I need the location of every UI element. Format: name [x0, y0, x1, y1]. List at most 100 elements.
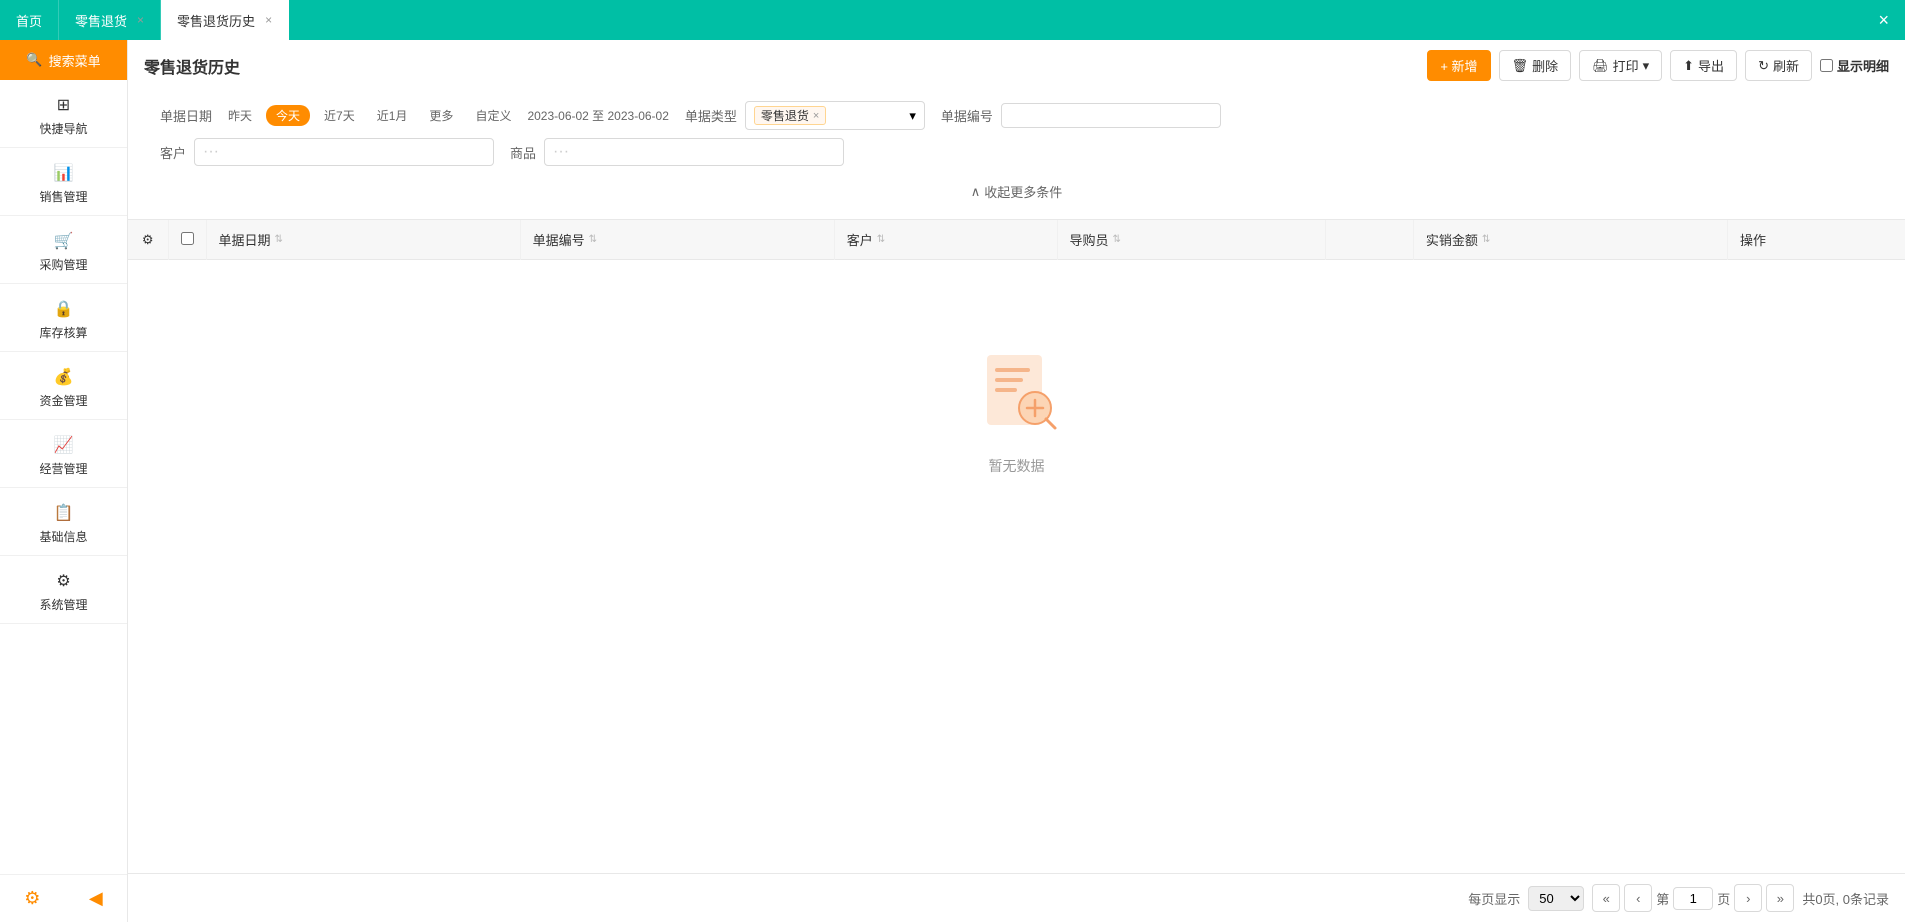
- doc-no-input[interactable]: [1001, 103, 1221, 128]
- inventory-icon: 🔒: [53, 298, 75, 320]
- operations-icon: 📈: [53, 434, 75, 456]
- sidebar-item-inventory[interactable]: 🔒 库存核算: [0, 284, 127, 352]
- goods-label: 商品: [510, 143, 536, 162]
- print-icon: 🖨: [1592, 58, 1609, 74]
- window-close-button[interactable]: ×: [1862, 0, 1905, 40]
- tab-retail-return-history-close[interactable]: ×: [265, 13, 272, 27]
- page-title: 零售退货历史: [144, 54, 240, 78]
- th-doc-no-sort[interactable]: 单据编号 ⇅: [533, 230, 822, 249]
- page-title-row: 零售退货历史 + 新增 🗑 删除 🖨 打印 ▾ ⬆ 导出: [144, 50, 1889, 81]
- date-filter-label: 单据日期: [160, 106, 212, 125]
- sales-mgmt-icon: 📊: [53, 162, 75, 184]
- sidebar: 🔍 搜索菜单 ⊞ 快捷导航 📊 销售管理 🛒 采购管理 🔒 库存核算 💰 资金管…: [0, 40, 128, 922]
- purchase-mgmt-icon: 🛒: [53, 230, 75, 252]
- date-btn-more[interactable]: 更多: [421, 105, 461, 126]
- tab-retail-return-history[interactable]: 零售退货历史 ×: [161, 0, 289, 40]
- date-btn-today[interactable]: 今天: [266, 105, 310, 126]
- th-doc-date: 单据日期 ⇅: [206, 220, 520, 260]
- print-button[interactable]: 🖨 打印 ▾: [1579, 50, 1662, 81]
- settings-bottom-icon[interactable]: ⚙: [24, 888, 40, 909]
- collapse-filter-button[interactable]: ∧ 收起更多条件: [971, 182, 1063, 201]
- collapse-sidebar-icon[interactable]: ◀: [89, 888, 103, 909]
- th-customer-sort[interactable]: 客户 ⇅: [847, 230, 1045, 249]
- show-detail-checkbox[interactable]: 显示明细: [1820, 56, 1889, 75]
- goods-input[interactable]: ···: [544, 138, 844, 166]
- date-filter-options: 昨天 今天 近7天 近1月 更多 自定义: [220, 105, 519, 126]
- table-wrapper: ⚙ 单据日期 ⇅ 单据编号: [128, 220, 1905, 873]
- date-btn-1month[interactable]: 近1月: [369, 105, 416, 126]
- filter-area: 单据日期 昨天 今天 近7天 近1月 更多 自定义 2023-06-02 至 2…: [144, 91, 1889, 219]
- pagination-nav: « ‹ 第 页 › »: [1592, 884, 1794, 912]
- last-page-button[interactable]: »: [1766, 884, 1794, 912]
- per-page-label: 每页显示: [1468, 889, 1520, 908]
- collapse-icon: ∧: [971, 184, 981, 200]
- doc-no-filter-item: 单据编号: [941, 103, 1221, 128]
- new-button[interactable]: + 新增: [1427, 50, 1490, 81]
- th-doc-date-sort[interactable]: 单据日期 ⇅: [219, 230, 508, 249]
- prev-page-button[interactable]: ‹: [1624, 884, 1652, 912]
- th-amount-sort[interactable]: 实销金额 ⇅: [1426, 230, 1715, 249]
- date-btn-custom[interactable]: 自定义: [467, 105, 519, 126]
- page-number-input[interactable]: [1673, 887, 1713, 910]
- th-customer: 客户 ⇅: [834, 220, 1057, 260]
- th-checkbox[interactable]: [168, 220, 206, 260]
- print-dropdown-icon: ▾: [1643, 58, 1650, 74]
- select-all-checkbox[interactable]: [181, 232, 194, 245]
- show-detail-input[interactable]: [1820, 59, 1833, 72]
- export-icon: ⬆: [1683, 58, 1694, 74]
- toolbar-buttons: + 新增 🗑 删除 🖨 打印 ▾ ⬆ 导出 ↻: [1427, 50, 1889, 81]
- sidebar-item-purchase-mgmt[interactable]: 🛒 采购管理: [0, 216, 127, 284]
- search-icon: 🔍: [26, 52, 42, 68]
- sidebar-item-basic-info[interactable]: 📋 基础信息: [0, 488, 127, 556]
- th-settings[interactable]: ⚙: [128, 220, 168, 260]
- th-spacer: [1325, 220, 1413, 260]
- system-mgmt-icon: ⚙: [53, 570, 75, 592]
- next-page-button[interactable]: ›: [1734, 884, 1762, 912]
- doc-type-select[interactable]: 零售退货 × ▾: [745, 101, 925, 130]
- date-btn-7days[interactable]: 近7天: [316, 105, 363, 126]
- th-guide: 导购员 ⇅: [1057, 220, 1325, 260]
- main-layout: 🔍 搜索菜单 ⊞ 快捷导航 📊 销售管理 🛒 采购管理 🔒 库存核算 💰 资金管…: [0, 40, 1905, 922]
- doc-type-label: 单据类型: [685, 106, 737, 125]
- refresh-button[interactable]: ↻ 刷新: [1745, 50, 1812, 81]
- customer-dots: ···: [203, 143, 219, 161]
- sidebar-item-operations[interactable]: 📈 经营管理: [0, 420, 127, 488]
- quick-nav-icon: ⊞: [53, 94, 75, 116]
- sidebar-bottom: ⚙ ◀: [0, 874, 127, 922]
- sort-guide-icon: ⇅: [1113, 234, 1121, 245]
- doc-type-dropdown-icon: ▾: [909, 108, 916, 124]
- delete-button[interactable]: 🗑 删除: [1499, 50, 1572, 81]
- tab-retail-return[interactable]: 零售退货 ×: [59, 0, 161, 40]
- column-settings-icon[interactable]: ⚙: [142, 232, 154, 247]
- th-guide-sort[interactable]: 导购员 ⇅: [1070, 230, 1313, 249]
- sidebar-item-sales-mgmt[interactable]: 📊 销售管理: [0, 148, 127, 216]
- refresh-icon: ↻: [1758, 58, 1769, 74]
- sidebar-item-system-mgmt[interactable]: ⚙ 系统管理: [0, 556, 127, 624]
- sort-amount-icon: ⇅: [1482, 234, 1490, 245]
- empty-state: 暂无数据: [128, 260, 1905, 556]
- first-page-button[interactable]: «: [1592, 884, 1620, 912]
- export-button[interactable]: ⬆ 导出: [1670, 50, 1737, 81]
- customer-filter-item: 客户 ···: [160, 138, 494, 166]
- doc-no-label: 单据编号: [941, 106, 993, 125]
- sidebar-item-finance[interactable]: 💰 资金管理: [0, 352, 127, 420]
- basic-info-icon: 📋: [53, 502, 75, 524]
- page-header: 零售退货历史 + 新增 🗑 删除 🖨 打印 ▾ ⬆ 导出: [128, 40, 1905, 220]
- th-actions: 操作: [1727, 220, 1905, 260]
- empty-text: 暂无数据: [989, 456, 1045, 476]
- pagination-bar: 每页显示 10 20 50 100 « ‹ 第 页 › » 共0页, 0条记录: [128, 873, 1905, 922]
- doc-type-tag: 零售退货 ×: [754, 106, 826, 125]
- table-body: 暂无数据: [128, 260, 1905, 557]
- customer-input[interactable]: ···: [194, 138, 494, 166]
- filter-row-2: 客户 ··· 商品 ···: [160, 138, 1873, 166]
- tab-home[interactable]: 首页: [0, 0, 59, 40]
- date-range-display: 2023-06-02 至 2023-06-02: [527, 107, 668, 124]
- finance-icon: 💰: [53, 366, 75, 388]
- content-area: 零售退货历史 + 新增 🗑 删除 🖨 打印 ▾ ⬆ 导出: [128, 40, 1905, 922]
- doc-type-tag-close[interactable]: ×: [813, 110, 819, 122]
- sidebar-search[interactable]: 🔍 搜索菜单: [0, 40, 127, 80]
- sidebar-item-quick-nav[interactable]: ⊞ 快捷导航: [0, 80, 127, 148]
- tab-retail-return-close[interactable]: ×: [137, 13, 144, 27]
- date-btn-yesterday[interactable]: 昨天: [220, 105, 260, 126]
- per-page-select[interactable]: 10 20 50 100: [1528, 886, 1584, 911]
